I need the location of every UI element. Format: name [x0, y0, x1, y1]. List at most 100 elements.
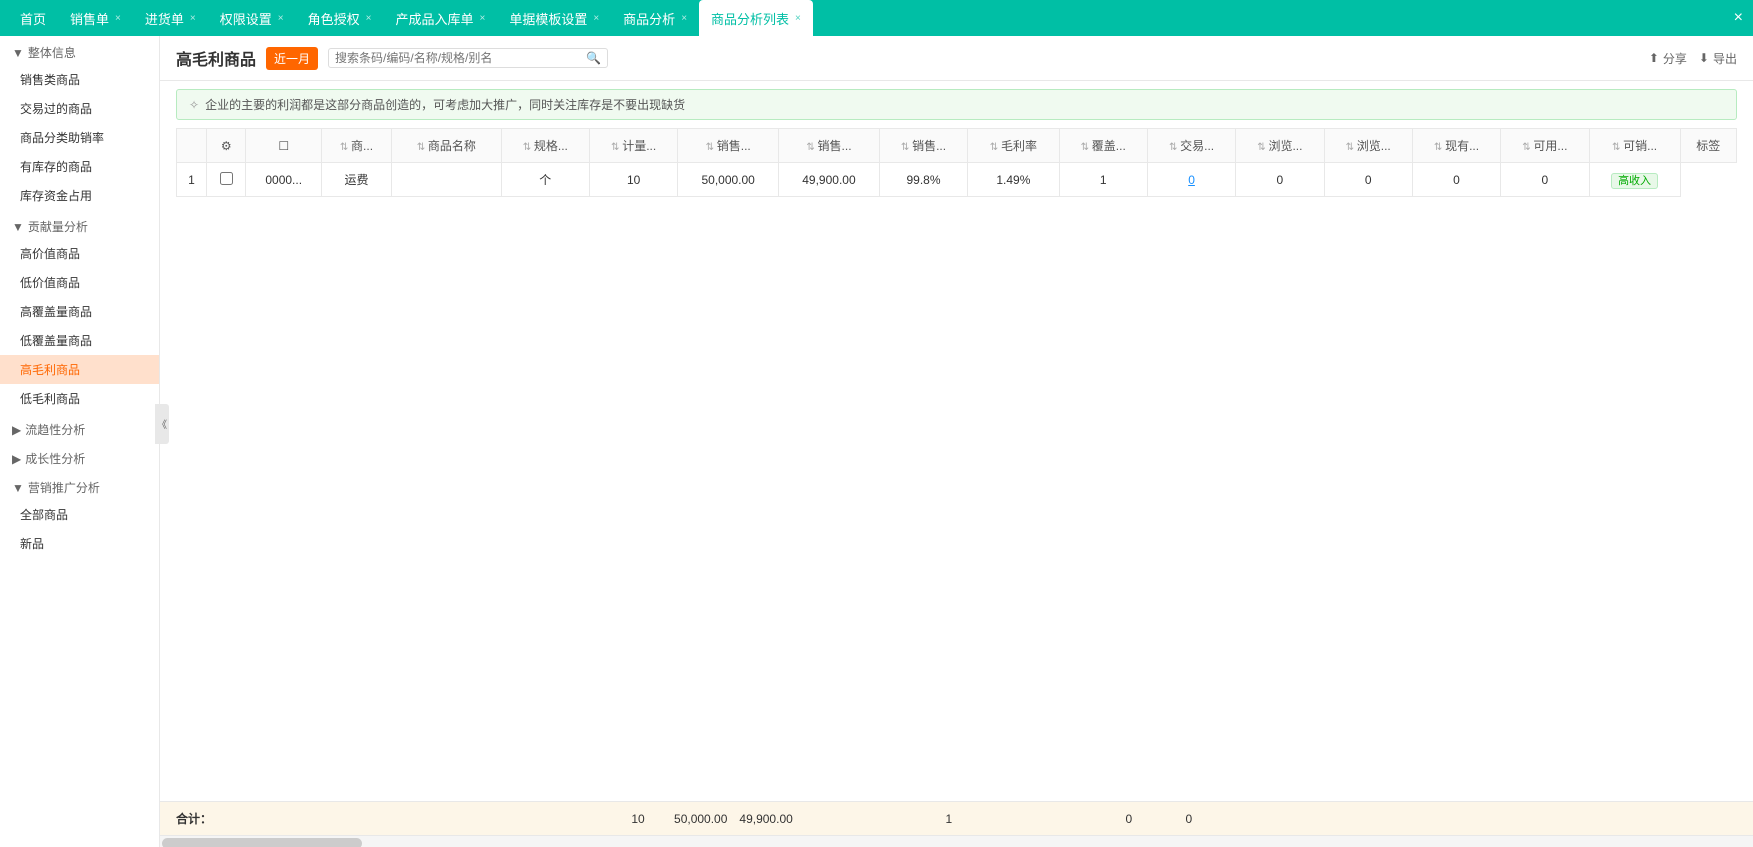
cell-checkbox[interactable] — [207, 163, 246, 197]
header-actions: ⬆ 分享 ⬇ 导出 — [1649, 50, 1737, 67]
th-spec[interactable]: 规格... — [501, 129, 589, 163]
nav-tab-权限设置[interactable]: 权限设置× — [208, 0, 296, 36]
th-sales_cost[interactable]: 销售... — [879, 129, 967, 163]
collapse-icon: ▶ — [12, 423, 21, 437]
th-view1[interactable]: 浏览... — [1236, 129, 1324, 163]
bottom-scrollbar[interactable] — [160, 835, 1753, 847]
page-title: 高毛利商品 — [176, 46, 256, 70]
footer-sales-amount: 50,000.00 — [668, 812, 733, 826]
top-nav: 首页销售单×进货单×权限设置×角色授权×产成品入库单×单据模板设置×商品分析×商… — [0, 0, 1753, 36]
collapse-icon: ▼ — [12, 481, 24, 495]
nav-tab-进货单[interactable]: 进货单× — [133, 0, 208, 36]
sidebar-item-高覆盖量商品[interactable]: 高覆盖量商品 — [0, 297, 159, 326]
th-transaction[interactable]: 交易... — [1147, 129, 1235, 163]
sidebar-group-流趋性分析[interactable]: ▶ 流趋性分析 — [0, 413, 159, 442]
sidebar-group-贡献量分析[interactable]: ▼ 贡献量分析 — [0, 210, 159, 239]
nav-tab-角色授权[interactable]: 角色授权× — [296, 0, 384, 36]
th-gross_margin[interactable]: 毛利率 — [968, 129, 1059, 163]
tab-close-icon[interactable]: × — [795, 13, 801, 24]
tab-close-icon[interactable]: × — [681, 13, 687, 24]
cell-sales_cost: 49,900.00 — [779, 163, 880, 197]
nav-tab-首页[interactable]: 首页 — [8, 0, 58, 36]
sidebar: ▼ 整体信息销售类商品交易过的商品商品分类助销率有库存的商品库存资金占用▼ 贡献… — [0, 36, 160, 847]
th-tag: 标签 — [1680, 129, 1736, 163]
th-available[interactable]: 可用... — [1501, 129, 1589, 163]
sidebar-item-库存资金占用[interactable]: 库存资金占用 — [0, 181, 159, 210]
content-area: 高毛利商品 近一月 🔍 ⬆ 分享 ⬇ 导出 ✧ 企业的主要的利润都是这部分商品创… — [160, 36, 1753, 847]
cell-view2: 0 — [1236, 163, 1324, 197]
th-current_stock[interactable]: 现有... — [1412, 129, 1500, 163]
sidebar-group-整体信息[interactable]: ▼ 整体信息 — [0, 36, 159, 65]
sidebar-item-低价值商品[interactable]: 低价值商品 — [0, 268, 159, 297]
th-coverage[interactable]: 覆盖... — [1059, 129, 1147, 163]
cell-current_stock: 0 — [1324, 163, 1412, 197]
tip-text: 企业的主要的利润都是这部分商品创造的，可考虑加大推广，同时关注库存是不要出现缺货 — [205, 96, 685, 113]
th-sales_amount[interactable]: 销售... — [779, 129, 880, 163]
sidebar-collapse-button[interactable]: 《 — [155, 404, 169, 444]
sidebar-item-低覆盖量商品[interactable]: 低覆盖量商品 — [0, 326, 159, 355]
footer-bar: 合计： 10 50,000.00 49,900.00 1 0 0 — [160, 801, 1753, 835]
export-icon: ⬇ — [1699, 51, 1709, 65]
sidebar-item-交易过的商品[interactable]: 交易过的商品 — [0, 94, 159, 123]
sidebar-item-高毛利商品[interactable]: 高毛利商品 — [0, 355, 159, 384]
search-input[interactable] — [335, 51, 582, 65]
sidebar-group-成长性分析[interactable]: ▶ 成长性分析 — [0, 442, 159, 471]
collapse-icon: ▶ — [12, 452, 21, 466]
th-settings: ⚙ — [207, 129, 246, 163]
table-container: ⚙☐商...商品名称规格...计量...销售...销售...销售...毛利率覆盖… — [160, 128, 1753, 801]
sidebar-item-高价值商品[interactable]: 高价值商品 — [0, 239, 159, 268]
main-layout: ▼ 整体信息销售类商品交易过的商品商品分类助销率有库存的商品库存资金占用▼ 贡献… — [0, 36, 1753, 847]
cell-coverage: 1.49% — [968, 163, 1059, 197]
cell-sales_qty: 10 — [589, 163, 677, 197]
tab-close-icon[interactable]: × — [278, 13, 284, 24]
tab-close-icon[interactable]: × — [190, 13, 196, 24]
sidebar-item-全部商品[interactable]: 全部商品 — [0, 500, 159, 529]
th-sellable[interactable]: 可销... — [1589, 129, 1680, 163]
footer-label: 合计： — [176, 810, 212, 827]
export-button[interactable]: ⬇ 导出 — [1699, 50, 1737, 67]
link-view1[interactable]: 0 — [1188, 173, 1195, 187]
cell-sellable: 0 — [1501, 163, 1589, 197]
share-icon: ⬆ — [1649, 51, 1659, 65]
nav-tab-产成品入库单[interactable]: 产成品入库单× — [383, 0, 497, 36]
nav-tab-商品分析[interactable]: 商品分析× — [611, 0, 699, 36]
cell-code: 0000... — [246, 163, 321, 197]
th-unit[interactable]: 计量... — [589, 129, 677, 163]
tip-bar: ✧ 企业的主要的利润都是这部分商品创造的，可考虑加大推广，同时关注库存是不要出现… — [176, 89, 1737, 120]
search-icon[interactable]: 🔍 — [586, 51, 601, 65]
tab-close-icon[interactable]: × — [479, 13, 485, 24]
th-checkbox: ☐ — [246, 129, 321, 163]
sidebar-item-低毛利商品[interactable]: 低毛利商品 — [0, 384, 159, 413]
cell-spec — [392, 163, 502, 197]
close-all-button[interactable]: × — [1734, 9, 1743, 27]
tab-close-icon[interactable]: × — [115, 13, 121, 24]
cell-available: 0 — [1412, 163, 1500, 197]
tab-close-icon[interactable]: × — [593, 13, 599, 24]
footer-current-stock: 0 — [1099, 812, 1159, 826]
sidebar-item-销售类商品[interactable]: 销售类商品 — [0, 65, 159, 94]
cell-transaction: 1 — [1059, 163, 1147, 197]
filter-button[interactable]: 近一月 — [266, 47, 318, 70]
cell-name: 运费 — [321, 163, 391, 197]
cell-sales_amount: 50,000.00 — [678, 163, 779, 197]
footer-available: 0 — [1159, 812, 1219, 826]
nav-tab-销售单[interactable]: 销售单× — [58, 0, 133, 36]
th-view2[interactable]: 浏览... — [1324, 129, 1412, 163]
th-code[interactable]: 商... — [321, 129, 391, 163]
cell-gross_margin: 99.8% — [879, 163, 967, 197]
th-name[interactable]: 商品名称 — [392, 129, 502, 163]
search-box: 🔍 — [328, 48, 608, 68]
tab-close-icon[interactable]: × — [366, 13, 372, 24]
footer-sales-cost: 49,900.00 — [733, 812, 798, 826]
sidebar-item-商品分类助销率[interactable]: 商品分类助销率 — [0, 123, 159, 152]
sidebar-group-营销推广分析[interactable]: ▼ 营销推广分析 — [0, 471, 159, 500]
nav-tab-商品分析列表[interactable]: 商品分析列表× — [699, 0, 813, 36]
collapse-icon: ▼ — [12, 220, 24, 234]
th-sales_qty[interactable]: 销售... — [678, 129, 779, 163]
sidebar-item-新品[interactable]: 新品 — [0, 529, 159, 558]
data-table: ⚙☐商...商品名称规格...计量...销售...销售...销售...毛利率覆盖… — [176, 128, 1737, 197]
nav-tab-单据模板设置[interactable]: 单据模板设置× — [497, 0, 611, 36]
cell-unit: 个 — [501, 163, 589, 197]
share-button[interactable]: ⬆ 分享 — [1649, 50, 1687, 67]
sidebar-item-有库存的商品[interactable]: 有库存的商品 — [0, 152, 159, 181]
